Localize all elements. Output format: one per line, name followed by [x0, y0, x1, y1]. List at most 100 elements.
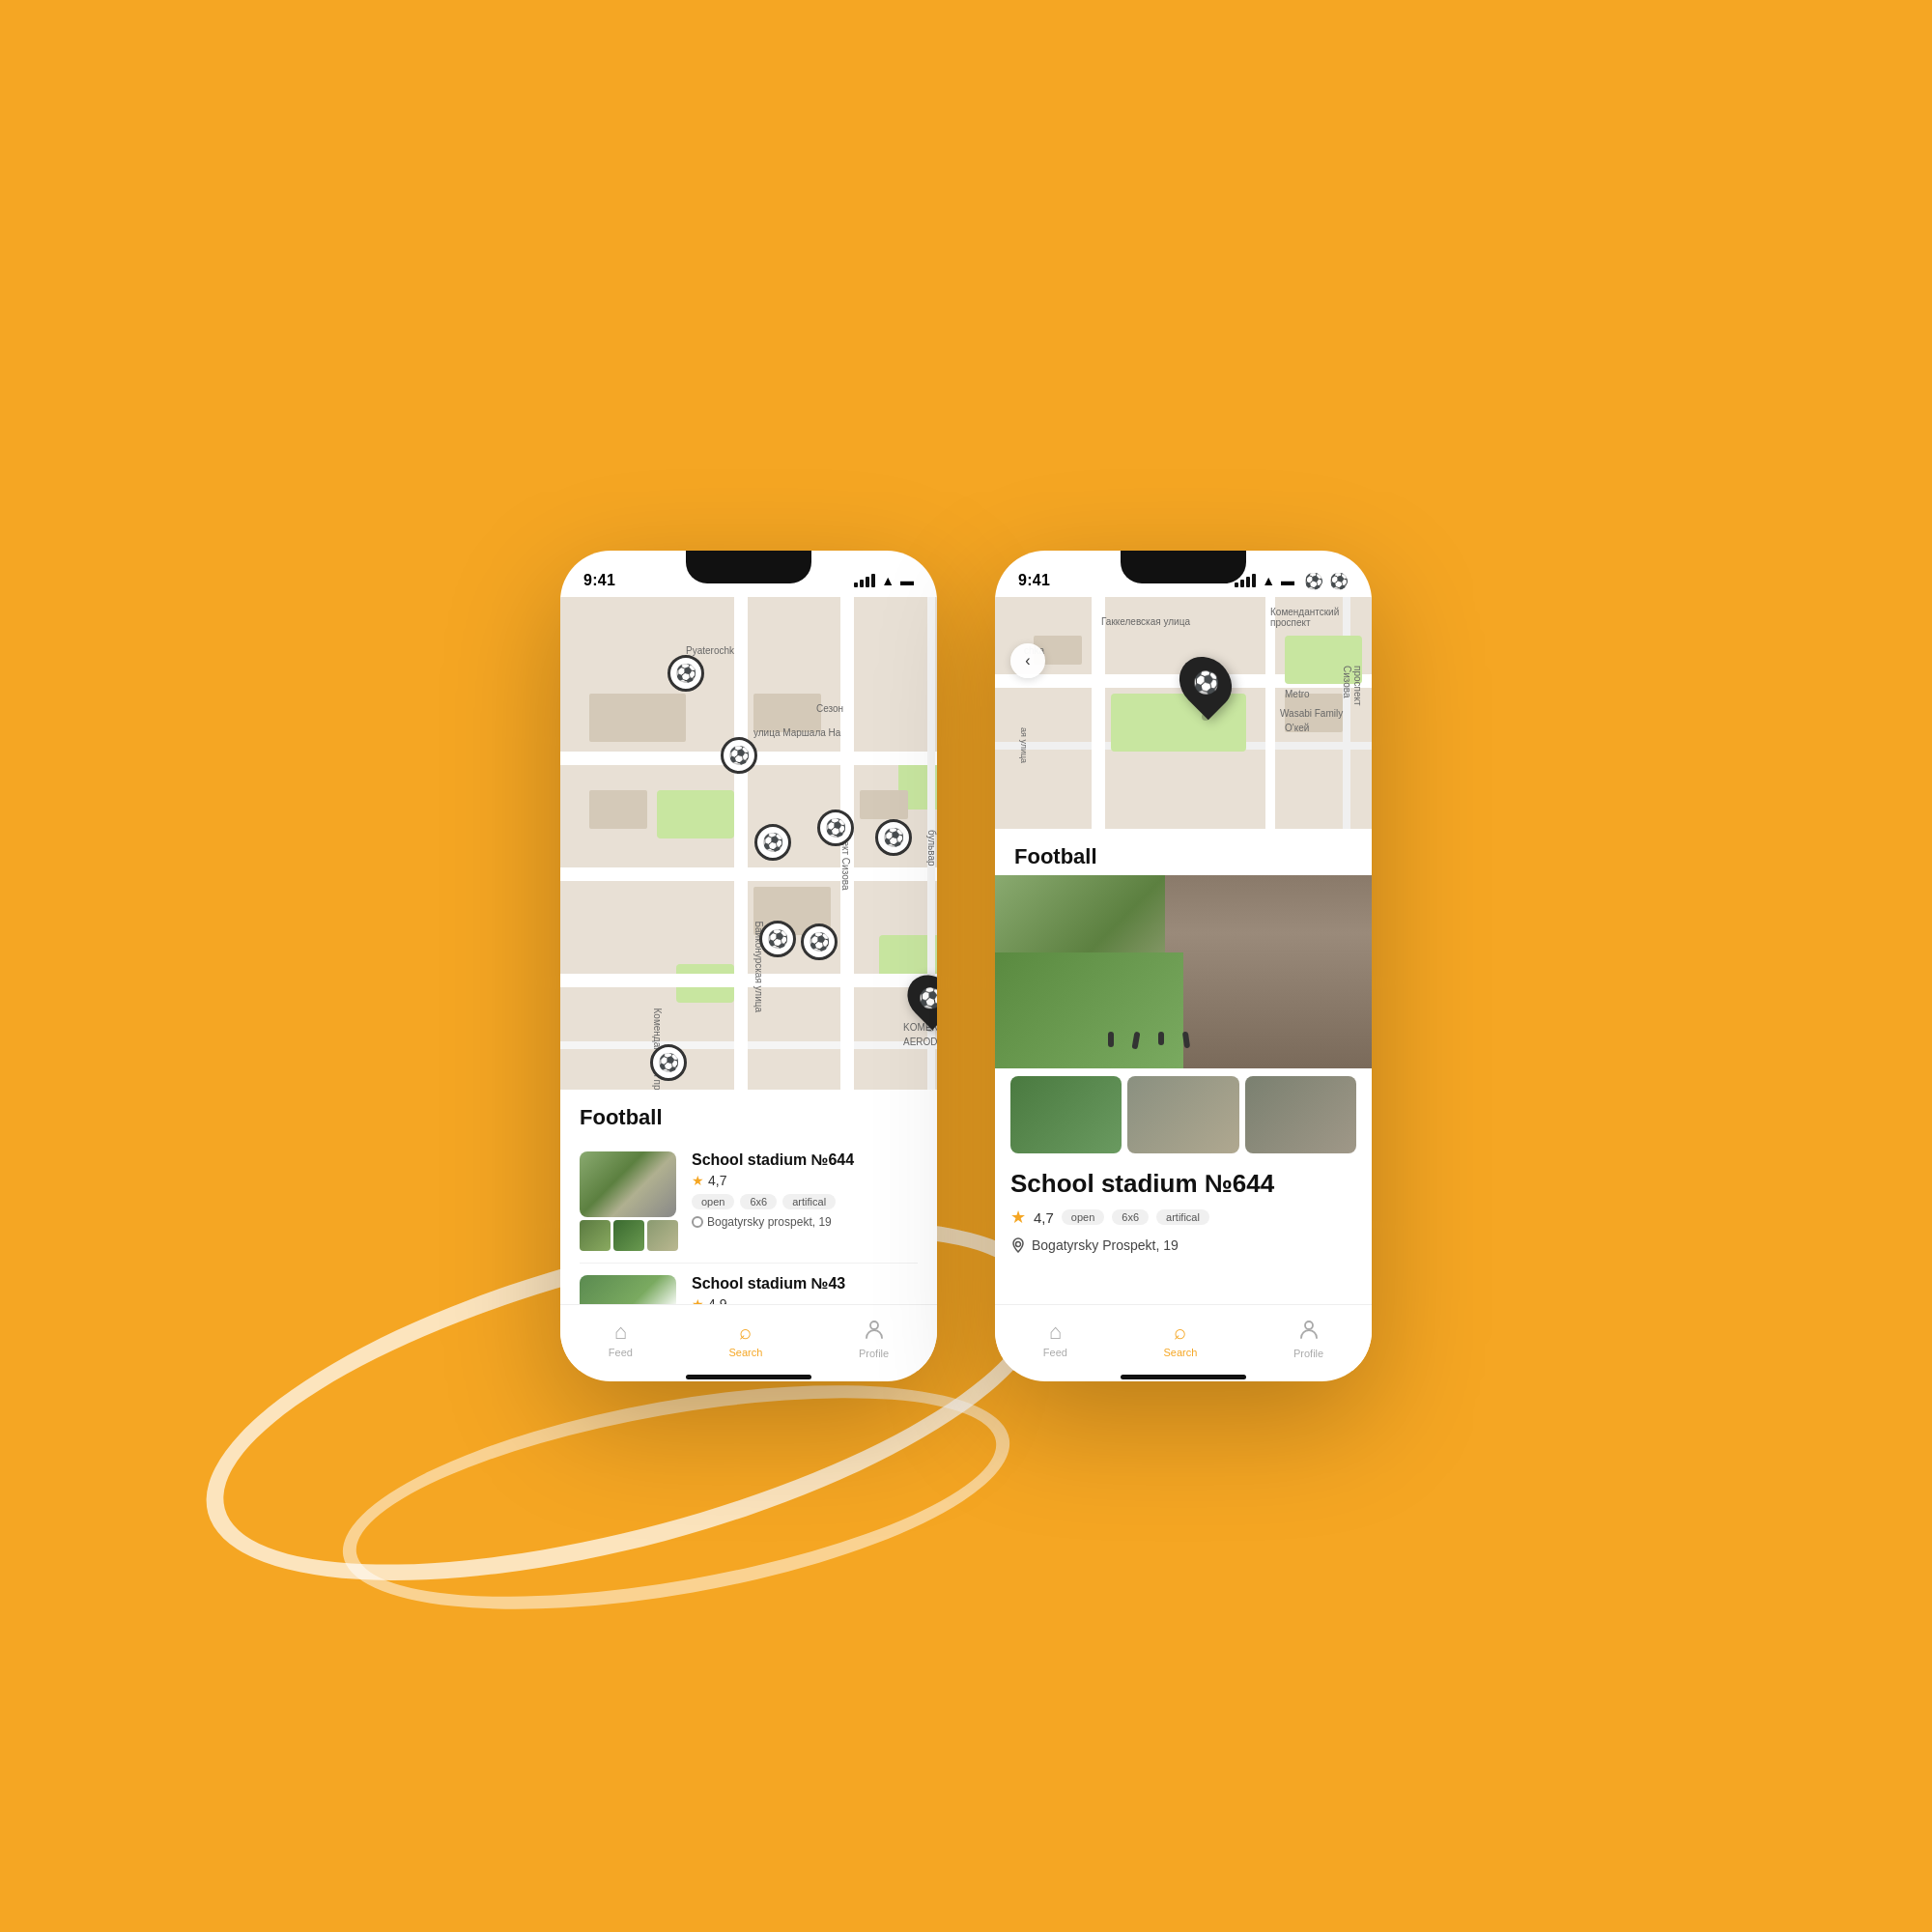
phone-notch-2	[1121, 551, 1246, 583]
decorative-swoosh-2	[327, 1344, 1026, 1652]
stadium-info-1: School stadium №644 ★ 4,7 open 6х6 artif…	[692, 1151, 918, 1251]
marker-circle-3: ⚽	[754, 824, 791, 861]
bottom-nav-2: ⌂ Feed ⌕ Search Profile	[995, 1304, 1372, 1371]
nav-search-1[interactable]: ⌕ Search	[710, 1316, 782, 1362]
nav-feed-label-1: Feed	[609, 1347, 633, 1358]
nav-feed-1[interactable]: ⌂ Feed	[589, 1316, 652, 1362]
field-figures	[1108, 1032, 1189, 1049]
tag-surface-1: artifical	[782, 1194, 836, 1209]
map-label-metro-d: Metro	[1285, 689, 1310, 699]
signal-bar-2-4	[1252, 574, 1256, 587]
phone-list-view: 9:41 ▲ ▬	[560, 551, 937, 1381]
stadium-main-photo-2	[580, 1275, 676, 1304]
battery-icon-1: ▬	[900, 573, 914, 588]
marker-circle-1: ⚽	[668, 655, 704, 692]
map-marker-5[interactable]: ⚽	[875, 819, 912, 856]
stadium-item-1[interactable]: School stadium №644 ★ 4,7 open 6х6 artif…	[580, 1140, 918, 1264]
stadium-main-photo-1	[580, 1151, 676, 1217]
map-marker-1[interactable]: ⚽	[668, 655, 704, 692]
status-time-1: 9:41	[583, 572, 615, 589]
detail-tag-open: open	[1062, 1209, 1104, 1225]
green-area-1	[657, 790, 734, 838]
svg-point-1	[1016, 1242, 1021, 1247]
marker-circle-5: ⚽	[875, 819, 912, 856]
map-marker-8[interactable]: ⚽	[650, 1044, 687, 1081]
detail-meta: ★ 4,7 open 6х6 artifical	[1010, 1207, 1356, 1228]
top-marker-2: ⚽	[1329, 572, 1349, 590]
detail-info: School stadium №644 ★ 4,7 open 6х6 artif…	[995, 1161, 1372, 1304]
detail-stadium-name: School stadium №644	[1010, 1169, 1356, 1199]
phone-detail-view: 9:41 ▲ ▬ ⚽ ⚽	[995, 551, 1372, 1381]
home-bar-1	[686, 1375, 811, 1379]
status-time-2: 9:41	[1018, 572, 1050, 589]
battery-icon-2: ▬	[1281, 573, 1294, 588]
nav-profile-2[interactable]: Profile	[1274, 1315, 1343, 1363]
map-marker-6[interactable]: ⚽	[759, 921, 796, 957]
stadium-name-2: School stadium №43	[692, 1275, 918, 1293]
stadium-info-2: School stadium №43 ★ 4,9 open 5х5 artifi…	[692, 1275, 918, 1304]
marker-circle-8: ⚽	[650, 1044, 687, 1081]
content-area-1: Football School stadium №644	[560, 1090, 937, 1304]
road-d-v-2	[1265, 597, 1275, 829]
nav-feed-2[interactable]: ⌂ Feed	[1024, 1316, 1087, 1362]
map-label-aerod: AEROD	[903, 1037, 937, 1047]
building-2	[753, 694, 821, 732]
nav-feed-label-2: Feed	[1043, 1347, 1067, 1358]
detail-thumb-1[interactable]	[1010, 1076, 1122, 1153]
map-area-1[interactable]: Pyaterochk улица Маршала Ha Сезон проспе…	[560, 597, 937, 1090]
building-1	[589, 694, 686, 742]
detail-star-icon: ★	[1010, 1207, 1026, 1228]
tag-open-1: open	[692, 1194, 734, 1209]
nav-profile-label-2: Profile	[1293, 1348, 1323, 1359]
signal-bar-4	[871, 574, 875, 587]
building-3	[589, 790, 647, 829]
nav-search-2[interactable]: ⌕ Search	[1145, 1316, 1217, 1362]
svg-point-2	[1305, 1321, 1313, 1329]
search-icon-2: ⌕	[1174, 1320, 1186, 1345]
location-icon-1	[692, 1216, 703, 1228]
signal-bars-1	[854, 574, 875, 587]
map-marker-pin[interactable]: ⚽	[909, 974, 937, 1032]
profile-icon-1	[864, 1319, 885, 1346]
map-label-d-2: Комендантский проспект	[1270, 607, 1372, 628]
detail-thumb-3[interactable]	[1245, 1076, 1356, 1153]
map-marker-2[interactable]: ⚽	[721, 737, 757, 774]
map-label-d-5: O'кей	[1285, 723, 1309, 733]
detail-photos-row	[995, 1068, 1372, 1161]
stadium-item-2[interactable]: School stadium №43 ★ 4,9 open 5х5 artifi…	[580, 1264, 918, 1304]
marker-circle-7: ⚽	[801, 923, 838, 960]
star-icon-2: ★	[692, 1296, 704, 1304]
marker-circle-4: ⚽	[817, 810, 854, 846]
map-label-d-4: Wasabi Family	[1280, 708, 1343, 719]
detail-thumb-2[interactable]	[1127, 1076, 1238, 1153]
wifi-icon-1: ▲	[881, 573, 895, 588]
road-h-2	[560, 867, 937, 881]
status-icons-1: ▲ ▬	[854, 573, 914, 588]
marker-circle-6: ⚽	[759, 921, 796, 957]
map-bg-1: Pyaterochk улица Маршала Ha Сезон проспе…	[560, 597, 937, 1090]
top-marker-1: ⚽	[1304, 572, 1323, 590]
map-marker-4[interactable]: ⚽	[817, 810, 854, 846]
stadium-photos-2	[580, 1275, 678, 1304]
section-title-1: Football	[560, 1090, 937, 1140]
detail-tag-surface: artifical	[1156, 1209, 1209, 1225]
figure-4	[1182, 1032, 1190, 1049]
map-label-d-3: проспект Сизова	[1342, 666, 1363, 706]
search-icon-1: ⌕	[739, 1320, 752, 1345]
stadium-rating-1: ★ 4,7	[692, 1173, 918, 1188]
map-label-serebristy: Серебристый бульвар	[926, 830, 937, 891]
phones-container: 9:41 ▲ ▬	[560, 551, 1372, 1381]
stadium-name-1: School stadium №644	[692, 1151, 918, 1169]
back-button[interactable]: ‹	[1010, 643, 1045, 678]
profile-icon-2	[1298, 1319, 1320, 1346]
map-marker-7[interactable]: ⚽	[801, 923, 838, 960]
map-marker-detail-pin[interactable]: ⚽	[1181, 655, 1230, 721]
map-marker-3[interactable]: ⚽	[754, 824, 791, 861]
map-label-marshal: улица Маршала Ha	[753, 727, 840, 738]
stadium-photo-row-1	[580, 1220, 678, 1251]
map-area-2[interactable]: Гаккелевская улица Комендантский проспек…	[995, 597, 1372, 829]
stadium-thumb-1c	[647, 1220, 678, 1251]
nav-profile-1[interactable]: Profile	[839, 1315, 908, 1363]
signal-bar-1	[854, 582, 858, 587]
home-icon-2: ⌂	[1049, 1320, 1062, 1345]
